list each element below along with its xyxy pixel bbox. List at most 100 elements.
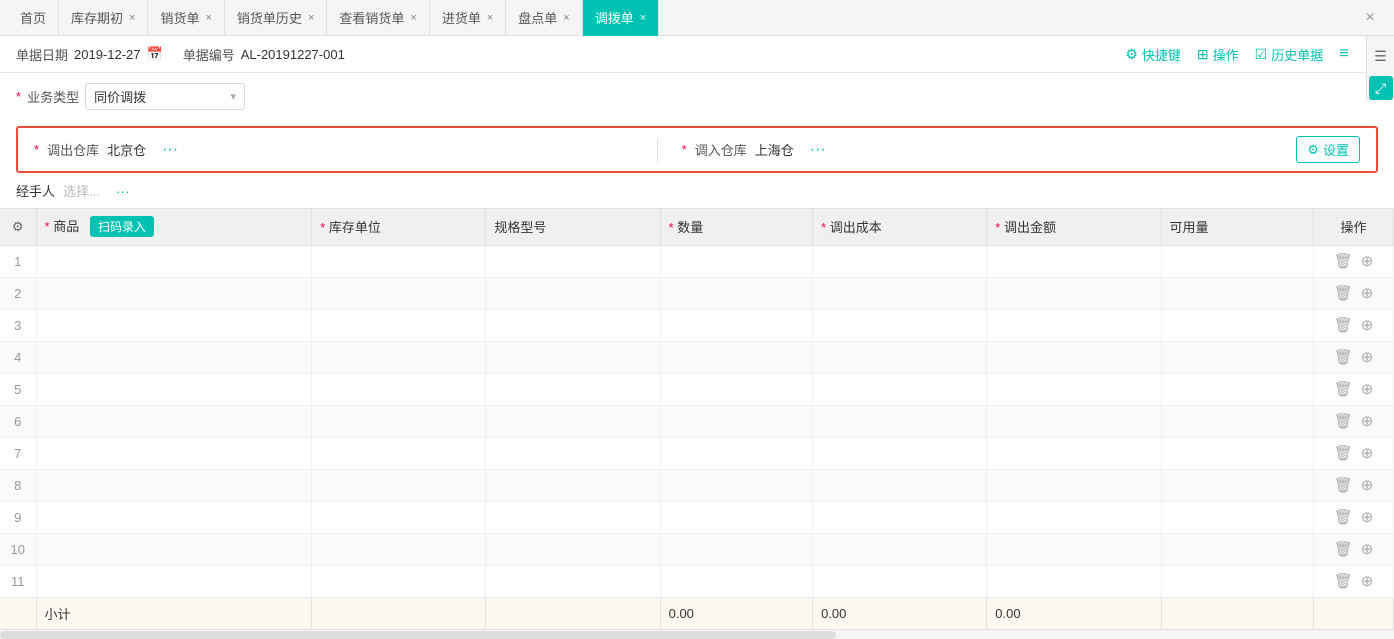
tab-transfer[interactable]: 调拨单 × [583, 0, 659, 36]
row-cost-3[interactable] [813, 309, 987, 341]
row-goods-1[interactable] [36, 245, 312, 277]
row-unit-6[interactable] [312, 405, 486, 437]
history-btn[interactable]: ☑ 历史单据 [1255, 45, 1324, 64]
row-amount-6[interactable] [987, 405, 1161, 437]
person-placeholder[interactable]: 选择... [63, 181, 100, 200]
row-spec-9[interactable] [486, 501, 660, 533]
copy-icon-2[interactable]: ⊕ [1361, 284, 1374, 302]
delete-icon-9[interactable]: 🗑 [1334, 508, 1353, 526]
row-goods-8[interactable] [36, 469, 312, 501]
row-cost-2[interactable] [813, 277, 987, 309]
row-unit-11[interactable] [312, 565, 486, 597]
copy-icon-4[interactable]: ⊕ [1361, 348, 1374, 366]
tab-stocktake-close[interactable]: × [563, 12, 569, 24]
row-goods-3[interactable] [36, 309, 312, 341]
row-qty-2[interactable] [660, 277, 812, 309]
delete-icon-6[interactable]: 🗑 [1334, 412, 1353, 430]
out-warehouse-more-btn[interactable]: ··· [162, 141, 178, 159]
copy-icon-3[interactable]: ⊕ [1361, 316, 1374, 334]
row-cost-6[interactable] [813, 405, 987, 437]
copy-icon-11[interactable]: ⊕ [1361, 572, 1374, 590]
row-qty-8[interactable] [660, 469, 812, 501]
copy-icon-5[interactable]: ⊕ [1361, 380, 1374, 398]
row-unit-2[interactable] [312, 277, 486, 309]
row-spec-1[interactable] [486, 245, 660, 277]
row-qty-11[interactable] [660, 565, 812, 597]
delete-icon-11[interactable]: 🗑 [1334, 572, 1353, 590]
row-cost-4[interactable] [813, 341, 987, 373]
copy-icon-7[interactable]: ⊕ [1361, 444, 1374, 462]
delete-icon-3[interactable]: 🗑 [1334, 316, 1353, 334]
scrollbar-inner[interactable] [0, 631, 836, 639]
row-amount-5[interactable] [987, 373, 1161, 405]
delete-icon-8[interactable]: 🗑 [1334, 476, 1353, 494]
tab-sales-order[interactable]: 销货单 × [148, 0, 224, 36]
row-qty-6[interactable] [660, 405, 812, 437]
row-amount-11[interactable] [987, 565, 1161, 597]
row-spec-7[interactable] [486, 437, 660, 469]
row-spec-2[interactable] [486, 277, 660, 309]
row-cost-5[interactable] [813, 373, 987, 405]
tab-transfer-close[interactable]: × [640, 12, 646, 24]
tab-inventory-init[interactable]: 库存期初 × [59, 0, 148, 36]
row-goods-10[interactable] [36, 533, 312, 565]
row-amount-9[interactable] [987, 501, 1161, 533]
row-cost-1[interactable] [813, 245, 987, 277]
tab-purchase[interactable]: 进货单 × [430, 0, 506, 36]
row-unit-8[interactable] [312, 469, 486, 501]
right-panel-list-icon[interactable]: ☰ [1369, 44, 1393, 68]
row-unit-1[interactable] [312, 245, 486, 277]
row-amount-2[interactable] [987, 277, 1161, 309]
delete-icon-2[interactable]: 🗑 [1334, 284, 1353, 302]
row-unit-3[interactable] [312, 309, 486, 341]
row-cost-10[interactable] [813, 533, 987, 565]
row-cost-9[interactable] [813, 501, 987, 533]
delete-icon-1[interactable]: 🗑 [1334, 252, 1353, 270]
tab-home[interactable]: 首页 [8, 0, 59, 36]
row-cost-11[interactable] [813, 565, 987, 597]
row-goods-4[interactable] [36, 341, 312, 373]
row-amount-7[interactable] [987, 437, 1161, 469]
row-amount-3[interactable] [987, 309, 1161, 341]
copy-icon-9[interactable]: ⊕ [1361, 508, 1374, 526]
row-spec-4[interactable] [486, 341, 660, 373]
row-spec-11[interactable] [486, 565, 660, 597]
operate-btn[interactable]: ⊞ 操作 [1197, 45, 1239, 64]
calendar-icon[interactable]: 📅 [147, 46, 163, 62]
row-qty-4[interactable] [660, 341, 812, 373]
row-unit-4[interactable] [312, 341, 486, 373]
row-goods-9[interactable] [36, 501, 312, 533]
row-goods-11[interactable] [36, 565, 312, 597]
tab-stocktake[interactable]: 盘点单 × [506, 0, 582, 36]
row-qty-5[interactable] [660, 373, 812, 405]
row-unit-9[interactable] [312, 501, 486, 533]
layout-btn1[interactable]: ≡ [1339, 45, 1348, 63]
row-goods-7[interactable] [36, 437, 312, 469]
row-qty-1[interactable] [660, 245, 812, 277]
row-cost-8[interactable] [813, 469, 987, 501]
row-spec-10[interactable] [486, 533, 660, 565]
scan-button[interactable]: 扫码录入 [90, 216, 154, 237]
close-panel-button[interactable]: × [1354, 2, 1386, 34]
tab-view-sales[interactable]: 查看销货单 × [327, 0, 429, 36]
tab-sales-history[interactable]: 销货单历史 × [225, 0, 327, 36]
tab-purchase-close[interactable]: × [487, 12, 493, 24]
row-amount-4[interactable] [987, 341, 1161, 373]
row-unit-10[interactable] [312, 533, 486, 565]
row-qty-3[interactable] [660, 309, 812, 341]
copy-icon-10[interactable]: ⊕ [1361, 540, 1374, 558]
row-unit-5[interactable] [312, 373, 486, 405]
right-panel-expand-icon[interactable]: ⤢ [1369, 76, 1393, 100]
row-amount-1[interactable] [987, 245, 1161, 277]
row-goods-5[interactable] [36, 373, 312, 405]
shortcut-btn[interactable]: ⚙ 快捷键 [1125, 45, 1181, 64]
tab-sales-order-close[interactable]: × [205, 12, 211, 24]
copy-icon-6[interactable]: ⊕ [1361, 412, 1374, 430]
row-amount-10[interactable] [987, 533, 1161, 565]
tab-inventory-init-close[interactable]: × [129, 12, 135, 24]
row-goods-2[interactable] [36, 277, 312, 309]
tab-sales-history-close[interactable]: × [308, 12, 314, 24]
copy-icon-8[interactable]: ⊕ [1361, 476, 1374, 494]
business-type-select[interactable]: 同价调拨 ▾ [85, 83, 245, 110]
delete-icon-5[interactable]: 🗑 [1334, 380, 1353, 398]
